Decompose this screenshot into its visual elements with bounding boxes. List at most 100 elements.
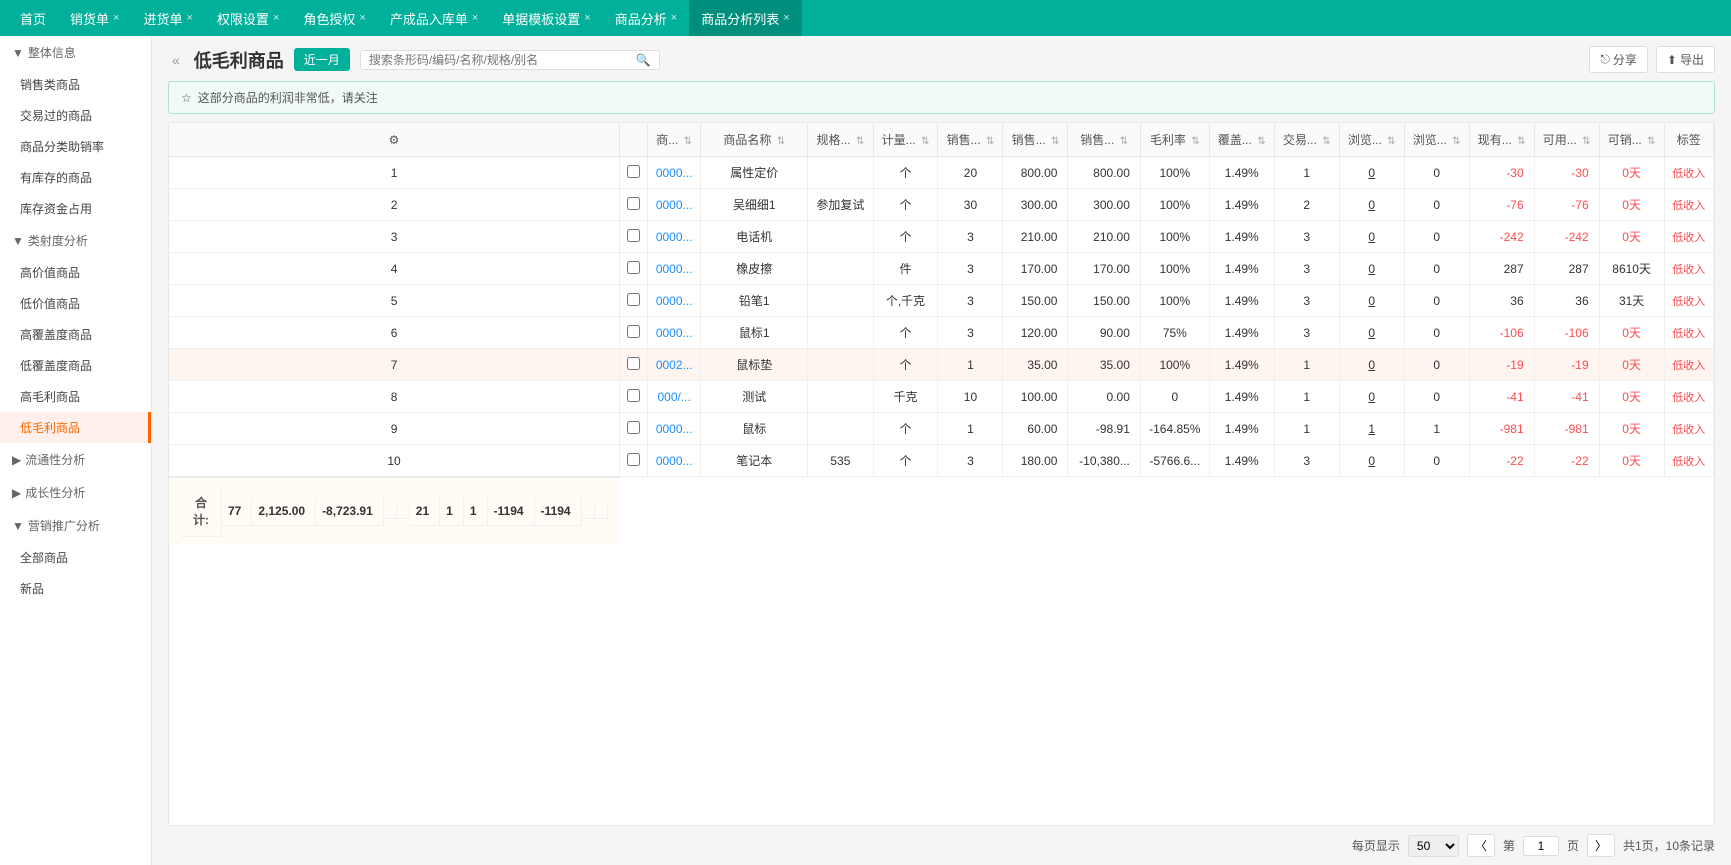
col-sales-amount[interactable]: 销售... ⇅ xyxy=(1068,123,1140,157)
sidebar-item-traded-goods[interactable]: 交易过的商品 xyxy=(0,100,151,131)
row-checkbox[interactable] xyxy=(627,197,640,210)
search-icon[interactable]: 🔍 xyxy=(636,53,651,67)
row-trade-count: 3 xyxy=(1274,445,1339,477)
col-browse2[interactable]: 浏览... ⇅ xyxy=(1404,123,1469,157)
sidebar-item-in-stock[interactable]: 有库存的商品 xyxy=(0,162,151,193)
row-browse1[interactable]: 0 xyxy=(1339,253,1404,285)
sort-icon: ⇅ xyxy=(1051,136,1059,147)
row-browse1[interactable]: 0 xyxy=(1339,317,1404,349)
row-checkbox[interactable] xyxy=(627,453,640,466)
col-sales-price[interactable]: 销售... ⇅ xyxy=(1003,123,1068,157)
row-browse1[interactable]: 0 xyxy=(1339,349,1404,381)
row-gross-rate: 100% xyxy=(1140,189,1209,221)
row-browse1[interactable]: 0 xyxy=(1339,221,1404,253)
row-sales-qty: 3 xyxy=(938,253,1003,285)
next-page-button[interactable]: 〉 xyxy=(1587,834,1615,857)
nav-template[interactable]: 单据模板设置 × xyxy=(490,0,602,36)
row-name: 橡皮擦 xyxy=(701,253,808,285)
page-number-input[interactable] xyxy=(1523,836,1559,856)
close-icon[interactable]: × xyxy=(584,12,590,24)
sidebar-group-overall[interactable]: ▼ 整体信息 xyxy=(0,36,151,69)
close-icon[interactable]: × xyxy=(472,12,478,24)
sidebar-group-growth[interactable]: ▶ 成长性分析 xyxy=(0,476,151,509)
nav-sales[interactable]: 销货单 × xyxy=(58,0,131,36)
prev-page-button[interactable]: 〈 xyxy=(1467,834,1495,857)
nav-product-analysis-list[interactable]: 商品分析列表 × xyxy=(689,0,801,36)
col-available[interactable]: 可用... ⇅ xyxy=(1534,123,1599,157)
per-page-select[interactable]: 50 20 100 xyxy=(1408,835,1459,857)
nav-permissions[interactable]: 权限设置 × xyxy=(205,0,291,36)
row-sellable: 0天 xyxy=(1599,381,1664,413)
row-unit: 件 xyxy=(873,253,938,285)
row-checkbox[interactable] xyxy=(627,325,640,338)
row-browse1[interactable]: 0 xyxy=(1339,157,1404,189)
footer-gross xyxy=(384,504,397,519)
row-sales-price: 800.00 xyxy=(1003,157,1068,189)
row-available: 287 xyxy=(1534,253,1599,285)
row-checkbox[interactable] xyxy=(627,165,640,178)
sidebar-group-coverage[interactable]: ▼ 类射度分析 xyxy=(0,224,151,257)
row-browse1[interactable]: 0 xyxy=(1339,285,1404,317)
col-coverage[interactable]: 覆盖... ⇅ xyxy=(1209,123,1274,157)
sidebar-item-high-coverage[interactable]: 高覆盖度商品 xyxy=(0,319,151,350)
col-trade-count[interactable]: 交易... ⇅ xyxy=(1274,123,1339,157)
sidebar-item-high-value[interactable]: 高价值商品 xyxy=(0,257,151,288)
share-button[interactable]: ⎋ 分享 xyxy=(1589,46,1648,73)
sidebar-item-low-value[interactable]: 低价值商品 xyxy=(0,288,151,319)
sidebar-item-all-goods[interactable]: 全部商品 xyxy=(0,542,151,573)
export-button[interactable]: ⬆ 导出 xyxy=(1656,46,1715,73)
col-code[interactable]: 商... ⇅ xyxy=(648,123,701,157)
row-current-stock: -22 xyxy=(1469,445,1534,477)
col-sellable[interactable]: 可销... ⇅ xyxy=(1599,123,1664,157)
sidebar-item-sales-goods[interactable]: 销售类商品 xyxy=(0,69,151,100)
sidebar-group-circulation[interactable]: ▶ 流通性分析 xyxy=(0,443,151,476)
row-sales-price: 100.00 xyxy=(1003,381,1068,413)
row-browse1[interactable]: 0 xyxy=(1339,189,1404,221)
col-settings[interactable]: ⚙ xyxy=(169,123,620,157)
close-icon[interactable]: × xyxy=(273,12,279,24)
nav-purchase[interactable]: 进货单 × xyxy=(131,0,204,36)
close-icon[interactable]: × xyxy=(113,12,119,24)
sidebar-item-low-margin[interactable]: 低毛利商品 xyxy=(0,412,151,443)
sidebar-item-high-margin[interactable]: 高毛利商品 xyxy=(0,381,151,412)
row-trade-count: 1 xyxy=(1274,381,1339,413)
sidebar-group-marketing[interactable]: ▼ 营销推广分析 xyxy=(0,509,151,542)
nav-product-entry[interactable]: 产成品入库单 × xyxy=(378,0,490,36)
col-gross-rate[interactable]: 毛利率 ⇅ xyxy=(1140,123,1209,157)
col-current-stock[interactable]: 现有... ⇅ xyxy=(1469,123,1534,157)
row-browse1[interactable]: 0 xyxy=(1339,381,1404,413)
row-gross-rate: 75% xyxy=(1140,317,1209,349)
table-row: 10 0000... 笔记本 535 个 3 180.00 -10,380...… xyxy=(169,445,1714,477)
close-icon[interactable]: × xyxy=(359,12,365,24)
row-checkbox[interactable] xyxy=(627,389,640,402)
row-checkbox[interactable] xyxy=(627,229,640,242)
col-name[interactable]: 商品名称 ⇅ xyxy=(701,123,808,157)
close-icon[interactable]: × xyxy=(186,12,192,24)
close-icon[interactable]: × xyxy=(783,12,789,24)
row-checkbox[interactable] xyxy=(627,293,640,306)
sidebar-item-new-goods[interactable]: 新品 xyxy=(0,573,151,604)
sidebar-item-stock-capital[interactable]: 库存资金占用 xyxy=(0,193,151,224)
settings-icon[interactable]: ⚙ xyxy=(389,133,400,147)
col-browse1[interactable]: 浏览... ⇅ xyxy=(1339,123,1404,157)
col-sales-qty[interactable]: 销售... ⇅ xyxy=(938,123,1003,157)
nav-roles[interactable]: 角色授权 × xyxy=(291,0,377,36)
close-icon[interactable]: × xyxy=(671,12,677,24)
col-tag[interactable]: 标签 xyxy=(1664,123,1713,157)
row-checkbox[interactable] xyxy=(627,261,640,274)
row-checkbox[interactable] xyxy=(627,357,640,370)
sidebar-item-category-rate[interactable]: 商品分类助销率 xyxy=(0,131,151,162)
search-input[interactable] xyxy=(369,53,636,67)
sidebar-item-low-coverage[interactable]: 低覆盖度商品 xyxy=(0,350,151,381)
nav-home[interactable]: 首页 xyxy=(8,0,58,36)
data-table-container: ⚙ 商... ⇅ 商品名称 ⇅ 规格... ⇅ xyxy=(168,122,1715,826)
row-browse1[interactable]: 1 xyxy=(1339,413,1404,445)
col-spec[interactable]: 规格... ⇅ xyxy=(808,123,873,157)
row-browse1[interactable]: 0 xyxy=(1339,445,1404,477)
time-filter-button[interactable]: 近一月 xyxy=(294,48,350,71)
collapse-sidebar-button[interactable]: « xyxy=(168,52,184,68)
col-unit[interactable]: 计量... ⇅ xyxy=(873,123,938,157)
nav-product-analysis[interactable]: 商品分析 × xyxy=(603,0,689,36)
row-checkbox[interactable] xyxy=(627,421,640,434)
sort-icon: ⇅ xyxy=(1517,136,1525,147)
